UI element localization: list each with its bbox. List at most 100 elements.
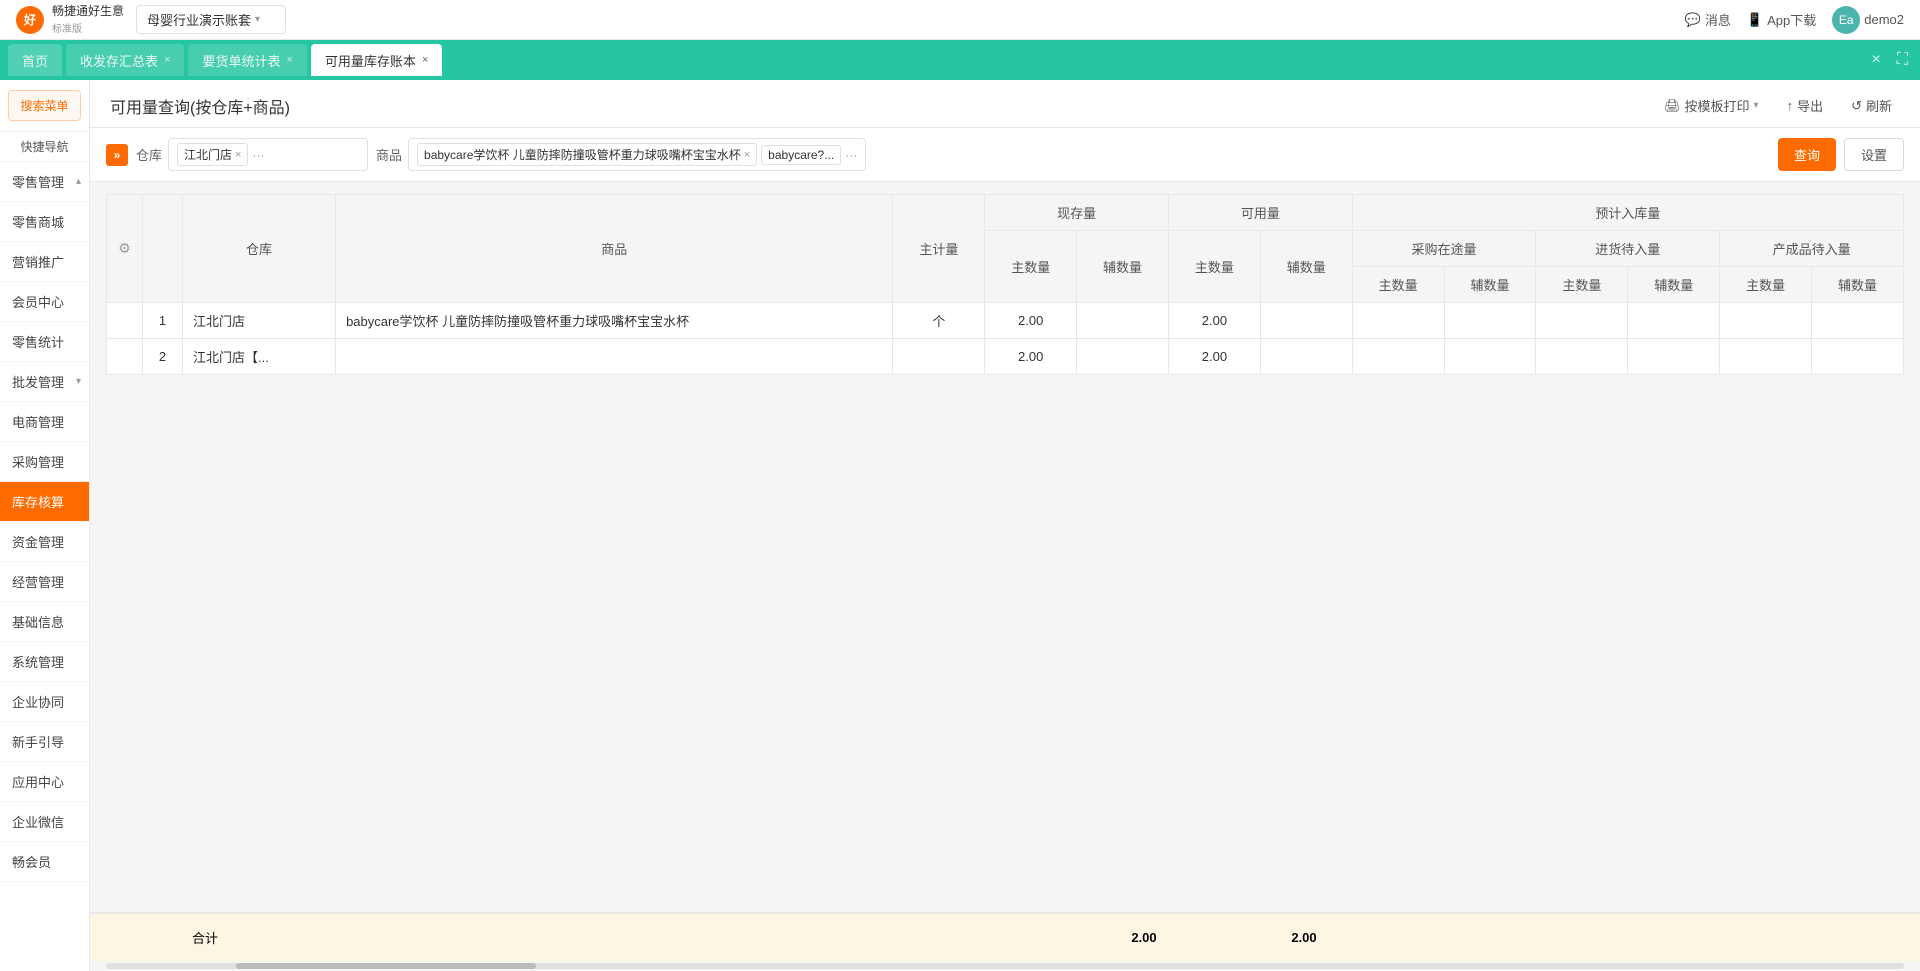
- cell-purchase-main-1: [1352, 339, 1444, 375]
- topbar-right: 💬 消息 📱 App下载 Ea demo2: [1685, 6, 1904, 34]
- cell-purchase-main-0: [1352, 303, 1444, 339]
- footer-label: 合计: [182, 922, 302, 953]
- col-header-warehouse: 仓库: [183, 195, 336, 303]
- sidebar-item-system[interactable]: 系统管理: [0, 642, 89, 682]
- main-layout: 搜索菜单 快捷导航 零售管理 ▴ 零售商城 营销推广 会员中心 零售统计 批发管…: [0, 80, 1920, 971]
- industry-chevron-icon: ▾: [255, 14, 260, 25]
- export-label: 导出: [1797, 96, 1823, 115]
- cell-incoming-main-0: [1536, 303, 1628, 339]
- product-filter-label: 商品: [376, 145, 402, 164]
- message-icon: 💬: [1685, 12, 1701, 28]
- refresh-label: 刷新: [1866, 96, 1892, 115]
- sidebar-item-weixin[interactable]: 企业微信: [0, 802, 89, 842]
- cell-purchase-sub-1: [1444, 339, 1536, 375]
- sidebar-item-operations[interactable]: 经营管理: [0, 562, 89, 602]
- col-header-purchase-sub: 辅数量: [1444, 267, 1536, 303]
- cell-product-0: babycare学饮杯 儿童防摔防撞吸管杯重力球吸嘴杯宝宝水杯: [336, 303, 893, 339]
- table-row: 1 江北门店 babycare学饮杯 儿童防摔防撞吸管杯重力球吸嘴杯宝宝水杯 个…: [107, 303, 1904, 339]
- warehouse-tag-remove[interactable]: ×: [235, 149, 241, 161]
- col-header-unit: 主计量: [893, 195, 985, 303]
- sidebar-item-retail-mall[interactable]: 零售商城: [0, 202, 89, 242]
- search-menu-button[interactable]: 搜索菜单: [8, 90, 81, 121]
- cell-avail-main-1: 2.00: [1168, 339, 1260, 375]
- sidebar-item-member2-label: 畅会员: [12, 852, 51, 871]
- sidebar-item-basic[interactable]: 基础信息: [0, 602, 89, 642]
- bottom-scrollbar[interactable]: [90, 961, 1920, 971]
- product-tag-1: babycare学饮杯 儿童防摔防撞吸管杯重力球吸嘴杯宝宝水杯 ×: [417, 143, 757, 166]
- col-header-stock-sub: 辅数量: [1077, 231, 1169, 303]
- tab-home[interactable]: 首页: [8, 44, 62, 76]
- col-header-incoming-sub: 辅数量: [1628, 267, 1720, 303]
- sidebar-item-purchase[interactable]: 采购管理: [0, 442, 89, 482]
- col-header-production-main: 主数量: [1720, 267, 1812, 303]
- tab-avail-stock[interactable]: 可用量库存账本 ×: [311, 44, 442, 76]
- tab-receive-pay-close[interactable]: ×: [164, 54, 170, 66]
- filter-expand-button[interactable]: »: [106, 144, 128, 166]
- page-header: 可用量查询(按仓库+商品) 🖨 按模板打印 ▾ ↑ 导出 ↺ 刷新: [90, 80, 1920, 128]
- sidebar-item-wholesale[interactable]: 批发管理 ▾: [0, 362, 89, 402]
- cell-product-1: [336, 339, 893, 375]
- sidebar-item-member-label: 会员中心: [12, 292, 64, 311]
- nav-window-actions: × ⛶: [1867, 51, 1912, 69]
- logo-subtext: 标准版: [52, 20, 124, 35]
- logo-text-group: 畅捷通好生意 标准版: [52, 4, 124, 35]
- tab-receive-pay[interactable]: 收发存汇总表 ×: [66, 44, 184, 76]
- sidebar-item-retail-stat[interactable]: 零售统计: [0, 322, 89, 362]
- app-download-button[interactable]: 📱 App下载: [1747, 10, 1816, 29]
- product-ellipsis[interactable]: ···: [845, 148, 857, 162]
- refresh-button[interactable]: ↺ 刷新: [1843, 92, 1900, 119]
- tab-avail-stock-close[interactable]: ×: [422, 54, 428, 66]
- sidebar-item-marketing[interactable]: 营销推广: [0, 242, 89, 282]
- sidebar-item-purchase-label: 采购管理: [12, 452, 64, 471]
- warehouse-input[interactable]: 江北门店 × ···: [168, 138, 368, 171]
- footer-table: 合计 2.00 2.00: [106, 922, 1904, 953]
- col-header-stock-group: 现存量: [985, 195, 1169, 231]
- page-title: 可用量查询(按仓库+商品): [110, 94, 290, 118]
- sidebar-item-ecommerce[interactable]: 电商管理: [0, 402, 89, 442]
- cell-avail-sub-1: [1260, 339, 1352, 375]
- sidebar-item-enterprise[interactable]: 企业协同: [0, 682, 89, 722]
- settings-button[interactable]: 设置: [1844, 138, 1904, 171]
- user-profile[interactable]: Ea demo2: [1832, 6, 1904, 34]
- tab-order-stat[interactable]: 要货单统计表 ×: [188, 44, 306, 76]
- sidebar-item-inventory[interactable]: 库存核算: [0, 482, 89, 522]
- table-footer: 合计 2.00 2.00: [90, 912, 1920, 961]
- sidebar-search-section: 搜索菜单: [0, 80, 89, 132]
- tab-order-stat-close[interactable]: ×: [286, 54, 292, 66]
- sidebar-item-system-label: 系统管理: [12, 652, 64, 671]
- tab-home-label: 首页: [22, 51, 48, 70]
- table-settings-icon[interactable]: ⚙: [118, 240, 131, 256]
- query-button[interactable]: 查询: [1778, 138, 1836, 171]
- industry-selector[interactable]: 母婴行业演示账套 ▾: [136, 5, 286, 34]
- cell-num-1: 2: [143, 339, 183, 375]
- sidebar-item-ecommerce-label: 电商管理: [12, 412, 64, 431]
- window-maximize-button[interactable]: ⛶: [1893, 51, 1912, 69]
- sidebar-item-finance[interactable]: 资金管理: [0, 522, 89, 562]
- product-filter-group: 商品 babycare学饮杯 儿童防摔防撞吸管杯重力球吸嘴杯宝宝水杯 × bab…: [376, 138, 866, 171]
- cell-production-main-0: [1720, 303, 1812, 339]
- scroll-track: [106, 963, 1904, 969]
- sidebar-item-member[interactable]: 会员中心: [0, 282, 89, 322]
- cell-settings-0: [107, 303, 143, 339]
- sidebar-item-zero-retail[interactable]: 零售管理 ▴: [0, 162, 89, 202]
- quick-nav-button[interactable]: 快捷导航: [0, 132, 89, 162]
- message-button[interactable]: 💬 消息: [1685, 10, 1731, 29]
- warehouse-filter-group: 仓库 江北门店 × ···: [136, 138, 368, 171]
- cell-production-sub-1: [1812, 339, 1904, 375]
- sidebar-item-appstore[interactable]: 应用中心: [0, 762, 89, 802]
- sidebar-item-newbie[interactable]: 新手引导: [0, 722, 89, 762]
- sidebar-item-member2[interactable]: 畅会员: [0, 842, 89, 882]
- cell-warehouse-1: 江北门店【...: [183, 339, 336, 375]
- product-tag-1-remove[interactable]: ×: [744, 149, 750, 161]
- col-header-avail-group: 可用量: [1168, 195, 1352, 231]
- print-button[interactable]: 🖨 按模板打印 ▾: [1656, 92, 1767, 119]
- warehouse-ellipsis[interactable]: ···: [252, 148, 264, 162]
- product-input[interactable]: babycare学饮杯 儿童防摔防撞吸管杯重力球吸嘴杯宝宝水杯 × babyca…: [408, 138, 866, 171]
- cell-production-main-1: [1720, 339, 1812, 375]
- table-wrapper[interactable]: ⚙ 仓库 商品 主计量 现存量 可用量 预计入库量 主数量 辅数量 主数量: [90, 182, 1920, 912]
- scroll-thumb[interactable]: [236, 963, 536, 969]
- export-button[interactable]: ↑ 导出: [1779, 92, 1832, 119]
- window-close-button[interactable]: ×: [1867, 51, 1884, 69]
- sidebar-item-enterprise-label: 企业协同: [12, 692, 64, 711]
- sidebar-item-finance-label: 资金管理: [12, 532, 64, 551]
